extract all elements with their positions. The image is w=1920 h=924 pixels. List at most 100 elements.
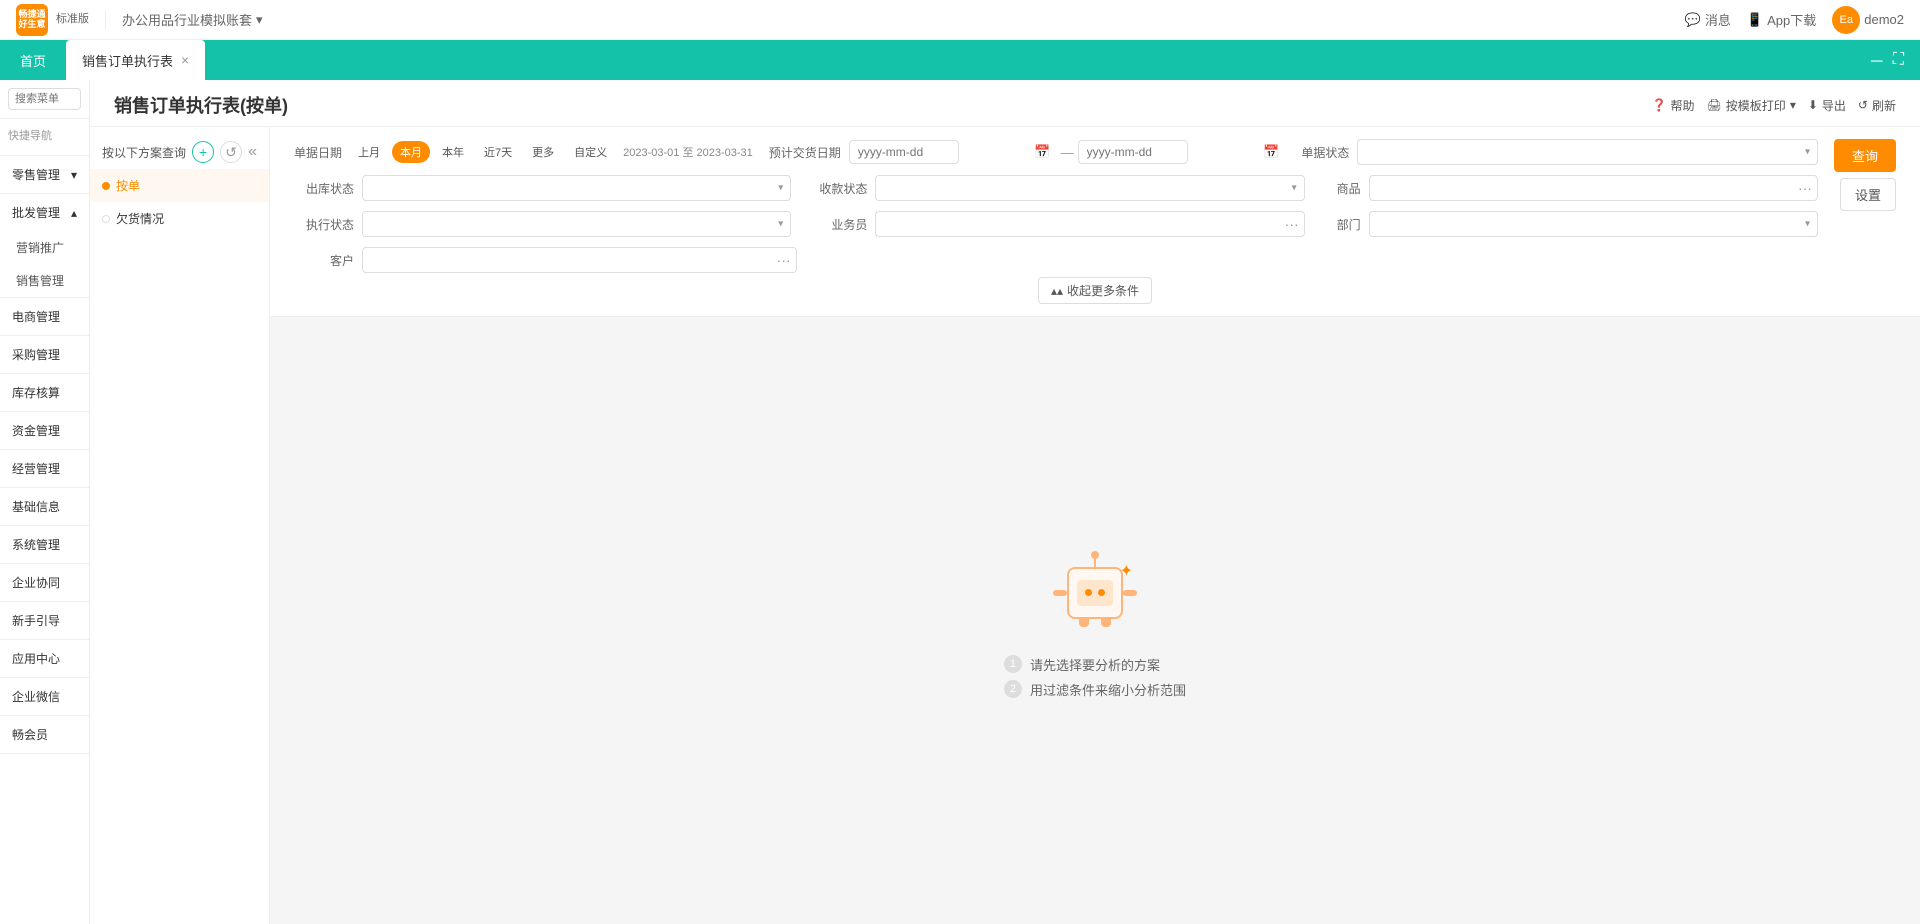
forecast-date-from[interactable] bbox=[849, 140, 959, 164]
empty-tip-2: 2 用过滤条件来缩小分析范围 bbox=[1004, 680, 1186, 699]
sidebar-item-marketing[interactable]: 营销推广 bbox=[0, 231, 89, 264]
sidebar-item-collab[interactable]: 企业协同 bbox=[0, 564, 89, 601]
message-icon: 💬 bbox=[1685, 12, 1701, 28]
sidebar-group-retail: 零售管理 ▾ bbox=[0, 156, 89, 194]
salesperson-input[interactable] bbox=[875, 211, 1304, 237]
app-download-btn[interactable]: 📱 App下载 bbox=[1747, 10, 1816, 29]
empty-tip-1: 1 请先选择要分析的方案 bbox=[1004, 655, 1186, 674]
user-menu[interactable]: Ea demo2 bbox=[1832, 6, 1904, 34]
collapse-panel-btn[interactable]: « bbox=[248, 143, 257, 161]
sidebar-group-basic: 基础信息 bbox=[0, 488, 89, 526]
sidebar-group-wechat: 企业微信 bbox=[0, 678, 89, 716]
sidebar-nav: 快捷导航 bbox=[0, 119, 89, 156]
receive-status-label: 收款状态 bbox=[807, 180, 867, 197]
sidebar-item-sales[interactable]: 销售管理 bbox=[0, 264, 89, 297]
topbar-right: 💬 消息 📱 App下载 Ea demo2 bbox=[1685, 6, 1904, 34]
forecast-date-label: 预计交货日期 bbox=[769, 144, 841, 161]
page-tag: 办公用品行业模拟账套 ▾ bbox=[122, 10, 263, 29]
sidebar-item-appstore[interactable]: 应用中心 bbox=[0, 640, 89, 677]
salesperson-ellipsis-icon[interactable]: ··· bbox=[1285, 216, 1299, 232]
print-icon: 🖨 bbox=[1707, 98, 1722, 112]
scheme-item-by-order[interactable]: 按单 bbox=[90, 169, 269, 202]
receive-status-select[interactable] bbox=[875, 175, 1304, 201]
active-dot-icon bbox=[102, 182, 110, 190]
dept-select[interactable] bbox=[1369, 211, 1818, 237]
search-btn[interactable]: 查询 bbox=[1834, 139, 1896, 172]
content-inner: 按以下方案查询 + ↺ « 按单 bbox=[90, 127, 1920, 924]
tab-expand-btn[interactable]: ⛶ bbox=[1893, 51, 1904, 69]
date-tab-7days[interactable]: 近7天 bbox=[476, 141, 520, 163]
filter-collapse-area: ▴▴ 收起更多条件 bbox=[294, 277, 1896, 304]
tab-close-btn[interactable]: × bbox=[181, 52, 189, 68]
refresh-icon: ↺ bbox=[1858, 98, 1868, 112]
date-tab-more[interactable]: 更多 bbox=[524, 141, 562, 163]
sidebar-item-basic[interactable]: 基础信息 bbox=[0, 488, 89, 525]
tab-minimize-btn[interactable]: － bbox=[1869, 48, 1885, 72]
product-input[interactable] bbox=[1369, 175, 1818, 201]
status-label: 单据状态 bbox=[1301, 144, 1349, 161]
sidebar-nav-label: 快捷导航 bbox=[8, 127, 81, 143]
out-status-select[interactable] bbox=[362, 175, 791, 201]
customer-label: 客户 bbox=[294, 252, 354, 269]
sidebar-item-purchase[interactable]: 采购管理 bbox=[0, 336, 89, 373]
sidebar-item-member[interactable]: 畅会员 bbox=[0, 716, 89, 753]
product-ellipsis-icon[interactable]: ··· bbox=[1798, 180, 1812, 196]
refresh-scheme-btn[interactable]: ↺ bbox=[220, 141, 242, 163]
sidebar-group-wholesale: 批发管理 ▴ 营销推广 销售管理 bbox=[0, 194, 89, 298]
calendar-to-icon: 📅 bbox=[1263, 144, 1279, 160]
product-label: 商品 bbox=[1321, 180, 1361, 197]
topbar: 畅捷通好生意 标准版 办公用品行业模拟账套 ▾ 💬 消息 📱 App下载 Ea … bbox=[0, 0, 1920, 40]
empty-illustration: ✦ bbox=[1045, 543, 1145, 643]
status-select[interactable] bbox=[1357, 139, 1818, 165]
export-btn[interactable]: ⬇ 导出 bbox=[1808, 97, 1846, 114]
print-btn[interactable]: 🖨 按模板打印 ▾ bbox=[1707, 97, 1796, 114]
export-icon: ⬇ bbox=[1808, 98, 1818, 112]
calendar-from-icon: 📅 bbox=[1034, 144, 1050, 160]
message-btn[interactable]: 💬 消息 bbox=[1685, 10, 1731, 29]
left-panel-header: 按以下方案查询 + ↺ « bbox=[90, 135, 269, 169]
out-status-label: 出库状态 bbox=[294, 180, 354, 197]
sidebar-group-inventory: 库存核算 bbox=[0, 374, 89, 412]
sidebar-item-system[interactable]: 系统管理 bbox=[0, 526, 89, 563]
date-label: 单据日期 bbox=[294, 144, 342, 161]
date-tab-thismonth[interactable]: 本月 bbox=[392, 141, 430, 163]
topbar-left: 畅捷通好生意 标准版 办公用品行业模拟账套 ▾ bbox=[16, 4, 263, 36]
scheme-item-shortage[interactable]: 欠货情况 bbox=[90, 202, 269, 235]
sidebar-item-ecommerce[interactable]: 电商管理 bbox=[0, 298, 89, 335]
date-tab-custom[interactable]: 自定义 bbox=[566, 141, 615, 163]
date-tab-thisyear[interactable]: 本年 bbox=[434, 141, 472, 163]
sidebar-search-area bbox=[0, 80, 89, 119]
date-tab-lastmonth[interactable]: 上月 bbox=[350, 141, 388, 163]
sidebar-item-guide[interactable]: 新手引导 bbox=[0, 602, 89, 639]
sidebar-item-finance[interactable]: 资金管理 bbox=[0, 412, 89, 449]
tabbar: 首页 销售订单执行表 × － ⛶ bbox=[0, 40, 1920, 80]
settings-btn[interactable]: 设置 bbox=[1840, 178, 1896, 211]
sidebar-item-operations[interactable]: 经营管理 bbox=[0, 450, 89, 487]
sidebar-item-wholesale[interactable]: 批发管理 ▴ bbox=[0, 194, 89, 231]
refresh-btn[interactable]: ↺ 刷新 bbox=[1858, 97, 1896, 114]
add-scheme-btn[interactable]: + bbox=[192, 141, 214, 163]
exec-status-select[interactable] bbox=[362, 211, 791, 237]
sidebar-item-retail[interactable]: 零售管理 ▾ bbox=[0, 156, 89, 193]
left-panel-actions: + ↺ « bbox=[192, 141, 257, 163]
page-header-actions: ❓ 帮助 🖨 按模板打印 ▾ ⬇ 导出 ↺ 刷新 bbox=[1652, 97, 1896, 114]
forecast-date-to[interactable] bbox=[1078, 140, 1188, 164]
page-header: 销售订单执行表(按单) ❓ 帮助 🖨 按模板打印 ▾ ⬇ 导出 ↺ 刷新 bbox=[90, 80, 1920, 127]
avatar: Ea bbox=[1832, 6, 1860, 34]
help-icon: ❓ bbox=[1652, 98, 1667, 112]
collapse-filter-btn[interactable]: ▴▴ 收起更多条件 bbox=[1038, 277, 1152, 304]
left-panel: 按以下方案查询 + ↺ « 按单 bbox=[90, 127, 270, 924]
customer-input[interactable] bbox=[362, 247, 797, 273]
salesperson-label: 业务员 bbox=[807, 216, 867, 233]
help-btn[interactable]: ❓ 帮助 bbox=[1652, 97, 1695, 114]
tab-home[interactable]: 首页 bbox=[0, 40, 66, 80]
content-area: 销售订单执行表(按单) ❓ 帮助 🖨 按模板打印 ▾ ⬇ 导出 ↺ 刷新 bbox=[90, 80, 1920, 924]
tip-1-num: 1 bbox=[1004, 655, 1022, 673]
sidebar-item-inventory[interactable]: 库存核算 bbox=[0, 374, 89, 411]
search-input[interactable] bbox=[8, 88, 81, 110]
sidebar-item-wechat[interactable]: 企业微信 bbox=[0, 678, 89, 715]
tab-sales-exec[interactable]: 销售订单执行表 × bbox=[66, 40, 205, 80]
customer-ellipsis-icon[interactable]: ··· bbox=[777, 252, 791, 268]
page-title: 销售订单执行表(按单) bbox=[114, 92, 288, 118]
sidebar-group-member: 畅会员 bbox=[0, 716, 89, 754]
